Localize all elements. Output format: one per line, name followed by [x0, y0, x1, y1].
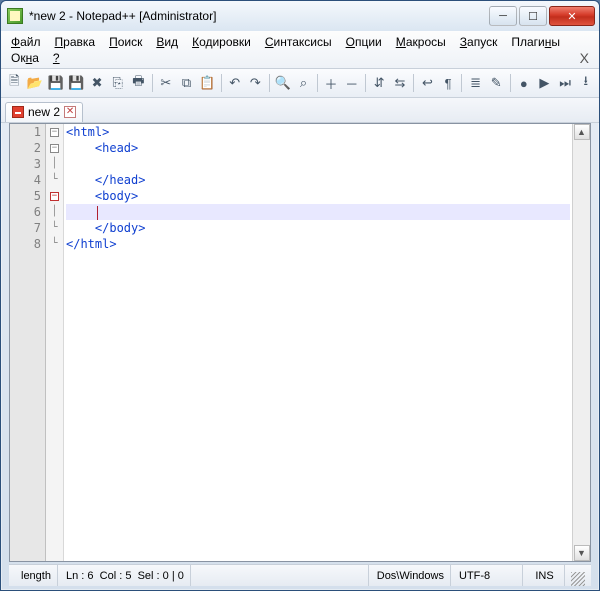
code-line[interactable] [66, 204, 570, 220]
line-number-gutter: 12345678 [10, 124, 46, 561]
menu-item[interactable]: Плагины [509, 34, 562, 50]
fold-marker[interactable]: │ [46, 204, 63, 220]
menu-item[interactable]: Правка [53, 34, 98, 50]
undo-icon[interactable]: ↶ [225, 72, 244, 94]
scroll-down-icon[interactable]: ▼ [574, 545, 590, 561]
code-line[interactable]: </head> [66, 172, 570, 188]
fold-marker[interactable]: └ [46, 220, 63, 236]
menu-item[interactable]: Запуск [458, 34, 500, 50]
menu-item[interactable]: Опции [344, 34, 384, 50]
app-icon [7, 8, 23, 24]
record-macro-icon[interactable]: ● [514, 72, 533, 94]
toolbar-separator [510, 74, 511, 92]
menubar: Файл Правка Поиск Вид Кодировки Синтаксисы Опц… [1, 31, 599, 69]
toolbar-separator [317, 74, 318, 92]
fold-marker[interactable]: └ [46, 236, 63, 252]
close-icon[interactable]: ✖ [88, 72, 107, 94]
fold-marker[interactable]: │ [46, 156, 63, 172]
code-line[interactable]: <html> [66, 124, 570, 140]
line-number: 1 [14, 124, 41, 140]
replace-icon[interactable]: ⌕ [294, 72, 313, 94]
cut-icon[interactable]: ✂ [157, 72, 176, 94]
toolbar: 🗎📂💾💾✖⎘🖶✂⧉📋↶↷🔍⌕＋－⇵⇆↩¶≣✎●▶⏭⭳ [1, 69, 599, 98]
status-encoding: UTF-8 [453, 565, 523, 586]
save-macro-icon[interactable]: ⭳ [576, 72, 595, 94]
code-line[interactable]: <head> [66, 140, 570, 156]
line-number: 7 [14, 220, 41, 236]
show-all-icon[interactable]: ¶ [439, 72, 458, 94]
tab-label: new 2 [28, 105, 60, 119]
status-eol: Dos\Windows [371, 565, 451, 586]
line-number: 3 [14, 156, 41, 172]
save-all-icon[interactable]: 💾 [67, 72, 86, 94]
copy-icon[interactable]: ⧉ [177, 72, 196, 94]
menu-item[interactable]: Поиск [107, 34, 144, 50]
maximize-button[interactable]: ☐ [519, 6, 547, 26]
scroll-up-icon[interactable]: ▲ [574, 124, 590, 140]
print-icon[interactable]: 🖶 [129, 72, 148, 94]
code-line[interactable]: </html> [66, 236, 570, 252]
menu-item[interactable]: Макросы [394, 34, 448, 50]
menu-item[interactable]: Синтаксисы [263, 34, 334, 50]
line-number: 4 [14, 172, 41, 188]
code-line[interactable]: </body> [66, 220, 570, 236]
zoom-in-icon[interactable]: ＋ [322, 72, 341, 94]
titlebar[interactable]: *new 2 - Notepad++ [Administrator] ─ ☐ ✕ [1, 1, 599, 31]
code-line[interactable] [66, 156, 570, 172]
toolbar-separator [461, 74, 462, 92]
status-length: length [15, 565, 58, 586]
zoom-out-icon[interactable]: － [342, 72, 361, 94]
toolbar-separator [221, 74, 222, 92]
indent-guide-icon[interactable]: ≣ [466, 72, 485, 94]
toolbar-separator [413, 74, 414, 92]
statusbar: length Ln : 6 Col : 5 Sel : 0 | 0 Dos\Wi… [9, 564, 591, 586]
window-title: *new 2 - Notepad++ [Administrator] [29, 9, 489, 23]
menubar-close-icon[interactable]: X [574, 50, 595, 66]
wordwrap-icon[interactable]: ↩ [418, 72, 437, 94]
toolbar-separator [269, 74, 270, 92]
fold-marker[interactable]: − [46, 124, 63, 140]
minimize-button[interactable]: ─ [489, 6, 517, 26]
close-all-icon[interactable]: ⎘ [108, 72, 127, 94]
code-line[interactable]: <body> [66, 188, 570, 204]
menu-item[interactable]: Вид [154, 34, 180, 50]
close-button[interactable]: ✕ [549, 6, 595, 26]
menu-item[interactable]: Окна [9, 50, 41, 66]
play-macro-icon[interactable]: ▶ [535, 72, 554, 94]
status-insert-mode[interactable]: INS [525, 565, 565, 586]
fold-marker[interactable]: └ [46, 172, 63, 188]
paste-icon[interactable]: 📋 [198, 72, 217, 94]
lang-icon[interactable]: ✎ [487, 72, 506, 94]
toolbar-separator [152, 74, 153, 92]
menu-item[interactable]: Кодировки [190, 34, 253, 50]
new-file-icon[interactable]: 🗎 [5, 72, 24, 94]
redo-icon[interactable]: ↷ [246, 72, 265, 94]
line-number: 2 [14, 140, 41, 156]
code-area[interactable]: <html> <head> </head> <body> </body></ht… [64, 124, 572, 561]
app-window: *new 2 - Notepad++ [Administrator] ─ ☐ ✕… [0, 0, 600, 591]
save-icon[interactable]: 💾 [46, 72, 65, 94]
sync-v-icon[interactable]: ⇵ [370, 72, 389, 94]
tabbar: new 2 ✕ [1, 98, 599, 123]
vertical-scrollbar[interactable]: ▲ ▼ [572, 124, 590, 561]
status-position: Ln : 6 Col : 5 Sel : 0 | 0 [60, 565, 191, 586]
run-macro-icon[interactable]: ⏭ [556, 72, 575, 94]
tab-close-icon[interactable]: ✕ [64, 106, 76, 118]
toolbar-separator [365, 74, 366, 92]
fold-column[interactable]: −−│└−│└└ [46, 124, 64, 561]
fold-marker[interactable]: − [46, 188, 63, 204]
line-number: 8 [14, 236, 41, 252]
find-icon[interactable]: 🔍 [274, 72, 293, 94]
menu-item[interactable]: Файл [9, 34, 43, 50]
sync-h-icon[interactable]: ⇆ [391, 72, 410, 94]
open-file-icon[interactable]: 📂 [26, 72, 45, 94]
line-number: 5 [14, 188, 41, 204]
unsaved-file-icon [12, 106, 24, 118]
tab-new-2[interactable]: new 2 ✕ [5, 102, 83, 122]
editor[interactable]: 12345678 −−│└−│└└ <html> <head> </head> … [9, 123, 591, 562]
resize-grip-icon[interactable] [571, 572, 585, 586]
fold-marker[interactable]: − [46, 140, 63, 156]
line-number: 6 [14, 204, 41, 220]
menu-item[interactable]: ? [51, 50, 62, 66]
